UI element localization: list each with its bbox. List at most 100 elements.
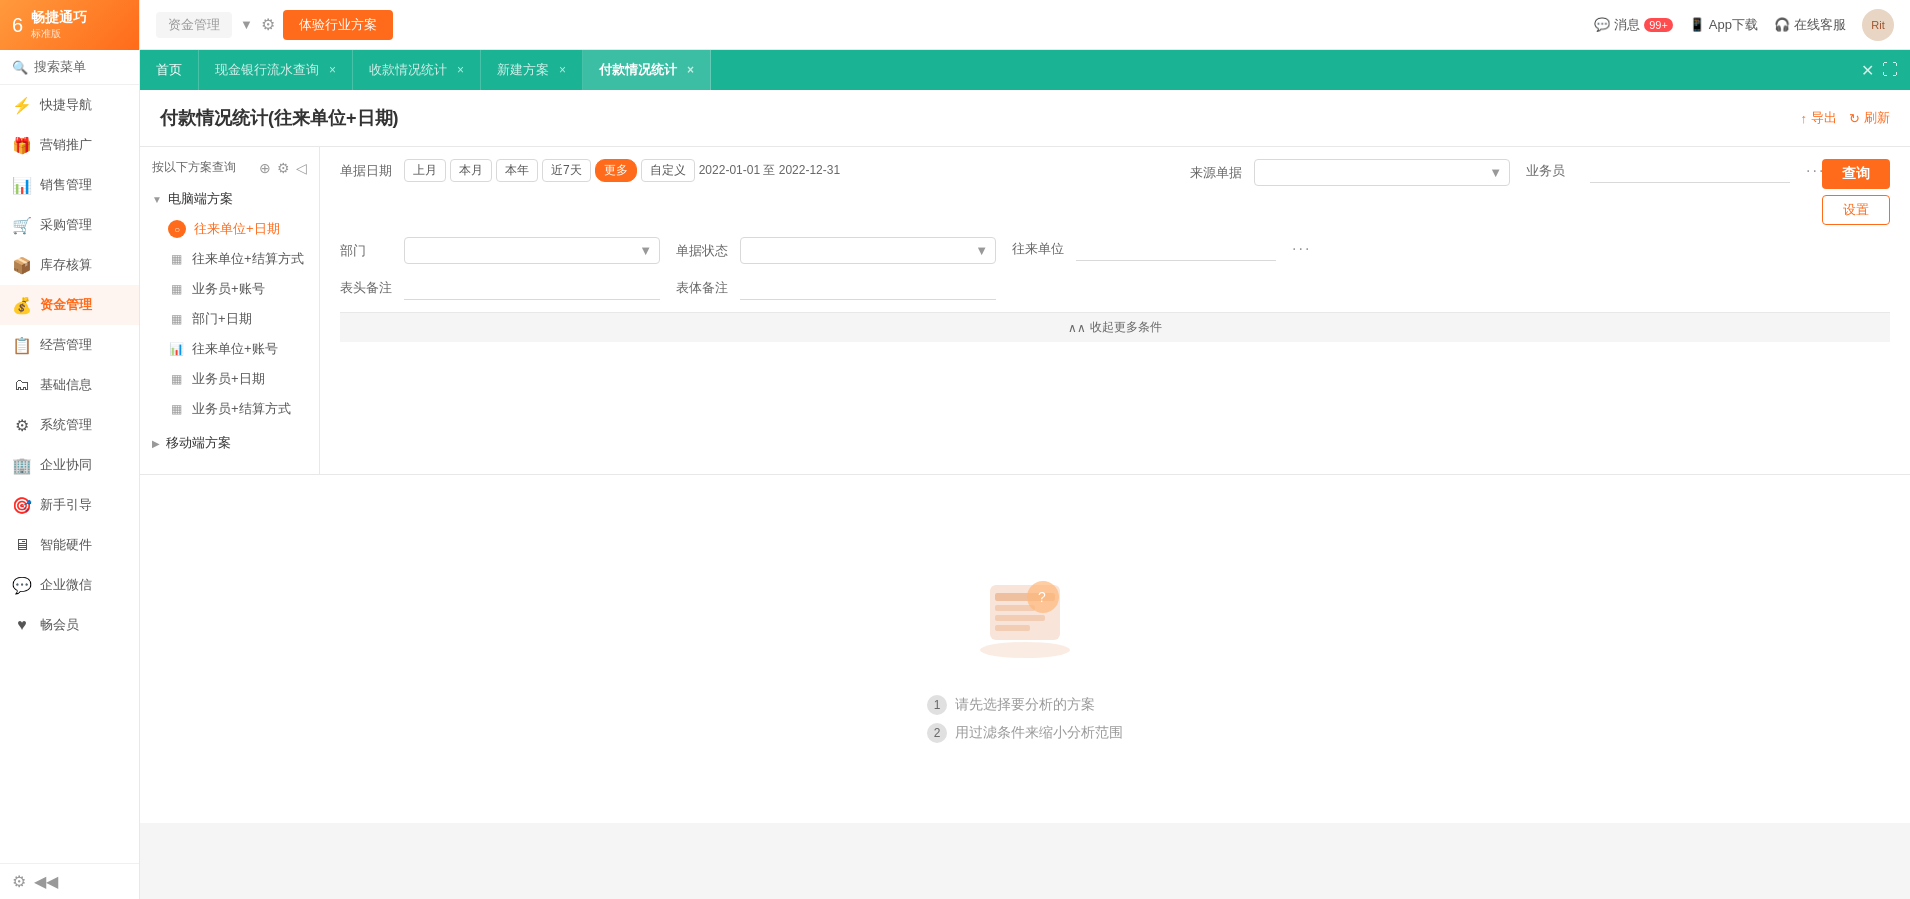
sidebar-item-operation[interactable]: 📋 经营管理 (0, 325, 139, 365)
sidebar-item-marketing[interactable]: 🎁营销推广 (0, 125, 139, 165)
filter-settings-button[interactable]: 设置 (1822, 195, 1890, 225)
svg-rect-3 (995, 605, 1035, 611)
partner-payment-label: 往来单位+结算方式 (192, 250, 304, 268)
scheme-item-staff-date[interactable]: ▦ 业务员+日期 (140, 364, 319, 394)
sidebar-item-sales[interactable]: 📊销售管理 (0, 165, 139, 205)
hardware-label: 智能硬件 (40, 536, 92, 554)
staff-input[interactable] (1590, 159, 1790, 183)
bill-status-select[interactable] (740, 237, 996, 264)
bill-status-select-wrap: ▼ (740, 237, 996, 264)
sidebar-search[interactable]: 🔍 搜索菜单 (0, 50, 139, 85)
empty-tip-2: 2 用过滤条件来缩小分析范围 (927, 723, 1123, 743)
header-note-label: 表头备注 (340, 279, 396, 297)
scheme-item-dept-date[interactable]: ▦ 部门+日期 (140, 304, 319, 334)
tab-payment-stats[interactable]: 付款情况统计 × (583, 50, 711, 90)
filter-row-1: 单据日期 上月 本月 本年 近7天 更多 自定义 2022-01-01 至 20… (340, 159, 1890, 225)
sidebar-item-hardware[interactable]: 🖥智能硬件 (0, 525, 139, 565)
marketing-icon: 🎁 (12, 135, 32, 155)
scheme-item-partner-account[interactable]: 📊 往来单位+账号 (140, 334, 319, 364)
tab-payment-stats-close[interactable]: × (687, 63, 694, 77)
pc-group-label: 电脑端方案 (168, 190, 233, 208)
scheme-settings-icon[interactable]: ⚙ (277, 160, 290, 176)
source-bill-select[interactable] (1254, 159, 1510, 186)
body-note-input[interactable] (740, 276, 996, 300)
partner-payment-icon: ▦ (168, 251, 184, 267)
sidebar-item-purchase[interactable]: 🛒采购管理 (0, 205, 139, 245)
app-download-label: App下载 (1709, 16, 1758, 34)
tab-new-scheme[interactable]: 新建方案 × (481, 50, 583, 90)
bill-date-label: 单据日期 (340, 162, 396, 180)
date-btn-last-7-days[interactable]: 近7天 (542, 159, 591, 182)
tab-new-scheme-close[interactable]: × (559, 63, 566, 77)
sidebar-item-enterprise[interactable]: 🏢企业协同 (0, 445, 139, 485)
tab-home[interactable]: 首页 (140, 50, 199, 90)
date-btn-more[interactable]: 更多 (595, 159, 637, 182)
query-button[interactable]: 查询 (1822, 159, 1890, 189)
online-service-btn[interactable]: 🎧 在线客服 (1774, 16, 1846, 34)
tip-2-text: 用过滤条件来缩小分析范围 (955, 724, 1123, 742)
sidebar-item-finance[interactable]: 💰资金管理 (0, 285, 139, 325)
scheme-item-partner-payment[interactable]: ▦ 往来单位+结算方式 (140, 244, 319, 274)
tab-receipt-stats[interactable]: 收款情况统计 × (353, 50, 481, 90)
date-btn-last-month[interactable]: 上月 (404, 159, 446, 182)
scheme-group-mobile-title[interactable]: ▶ 移动端方案 (140, 428, 319, 458)
expand-icon[interactable]: ⛶ (1882, 61, 1898, 79)
pc-group-arrow: ▼ (152, 194, 162, 205)
collapse-icon[interactable]: ◀◀ (34, 872, 58, 891)
staff-label: 业务员 (1526, 162, 1582, 180)
export-button[interactable]: ↑ 导出 (1801, 109, 1838, 127)
scheme-sidebar-title: 按以下方案查询 (152, 159, 236, 176)
tab-receipt-stats-close[interactable]: × (457, 63, 464, 77)
tab-new-scheme-label: 新建方案 (497, 61, 549, 79)
partner-dots[interactable]: ··· (1292, 240, 1311, 258)
scheme-collapse-icon[interactable]: ◁ (296, 160, 307, 176)
partner-input[interactable] (1076, 237, 1276, 261)
trial-button[interactable]: 体验行业方案 (283, 10, 393, 40)
main-content: 付款情况统计(往来单位+日期) ↑ 导出 ↻ 刷新 (140, 90, 1910, 899)
sidebar-logo: 6 畅捷通巧 标准版 (0, 0, 139, 50)
scheme-item-staff-payment[interactable]: ▦ 业务员+结算方式 (140, 394, 319, 424)
sidebar-item-wechat[interactable]: 💬企业微信 (0, 565, 139, 605)
topbar-right: 💬 消息 99+ 📱 App下载 🎧 在线客服 Rit (1594, 9, 1894, 41)
app-download-btn[interactable]: 📱 App下载 (1689, 16, 1758, 34)
sidebar-item-quick-nav[interactable]: ⚡快捷导航 (0, 85, 139, 125)
messages-btn[interactable]: 💬 消息 99+ (1594, 16, 1673, 34)
operation-icon: 📋 (12, 335, 32, 355)
refresh-button[interactable]: ↻ 刷新 (1849, 109, 1890, 127)
sidebar-item-basic[interactable]: 🗂基础信息 (0, 365, 139, 405)
user-avatar[interactable]: Rit (1862, 9, 1894, 41)
basic-label: 基础信息 (40, 376, 92, 394)
dept-select[interactable] (404, 237, 660, 264)
tab-bank-flow-label: 现金银行流水查询 (215, 61, 319, 79)
online-service-label: 在线客服 (1794, 16, 1846, 34)
staff-date-label: 业务员+日期 (192, 370, 265, 388)
member-label: 畅会员 (40, 616, 79, 634)
sidebar-item-member[interactable]: ♥畅会员 (0, 605, 139, 645)
tab-bank-flow-close[interactable]: × (329, 63, 336, 77)
tab-bank-flow[interactable]: 现金银行流水查询 × (199, 50, 353, 90)
date-btn-this-month[interactable]: 本月 (450, 159, 492, 182)
settings-icon[interactable]: ⚙ (12, 872, 26, 891)
partner-account-icon: 📊 (168, 341, 184, 357)
scheme-group-pc-title[interactable]: ▼ 电脑端方案 (140, 184, 319, 214)
scheme-item-partner-date[interactable]: ○ 往来单位+日期 (140, 214, 319, 244)
collapse-bar[interactable]: ∧∧ 收起更多条件 (340, 312, 1890, 342)
date-btn-custom[interactable]: 自定义 (641, 159, 695, 182)
filter-row-2: 部门 ▼ 单据状态 (340, 237, 1890, 264)
partner-label: 往来单位 (1012, 240, 1068, 258)
sidebar-item-inventory[interactable]: 📦库存核算 (0, 245, 139, 285)
scheme-add-icon[interactable]: ⊕ (259, 160, 271, 176)
topbar-settings-icon[interactable]: ⚙ (261, 15, 275, 34)
scheme-item-staff-account[interactable]: ▦ 业务员+账号 (140, 274, 319, 304)
date-btn-this-year[interactable]: 本年 (496, 159, 538, 182)
filter-actions: 查询 设置 (1822, 159, 1890, 225)
sidebar-item-system[interactable]: ⚙系统管理 (0, 405, 139, 445)
header-note-input[interactable] (404, 276, 660, 300)
operation-label: 经营管理 (40, 336, 92, 354)
close-all-tabs-icon[interactable]: ✕ (1861, 61, 1874, 80)
export-icon: ↑ (1801, 111, 1808, 126)
logo-icon: 6 (12, 14, 23, 37)
guide-icon: 🎯 (12, 495, 32, 515)
sidebar-item-guide[interactable]: 🎯新手引导 (0, 485, 139, 525)
inventory-label: 库存核算 (40, 256, 92, 274)
